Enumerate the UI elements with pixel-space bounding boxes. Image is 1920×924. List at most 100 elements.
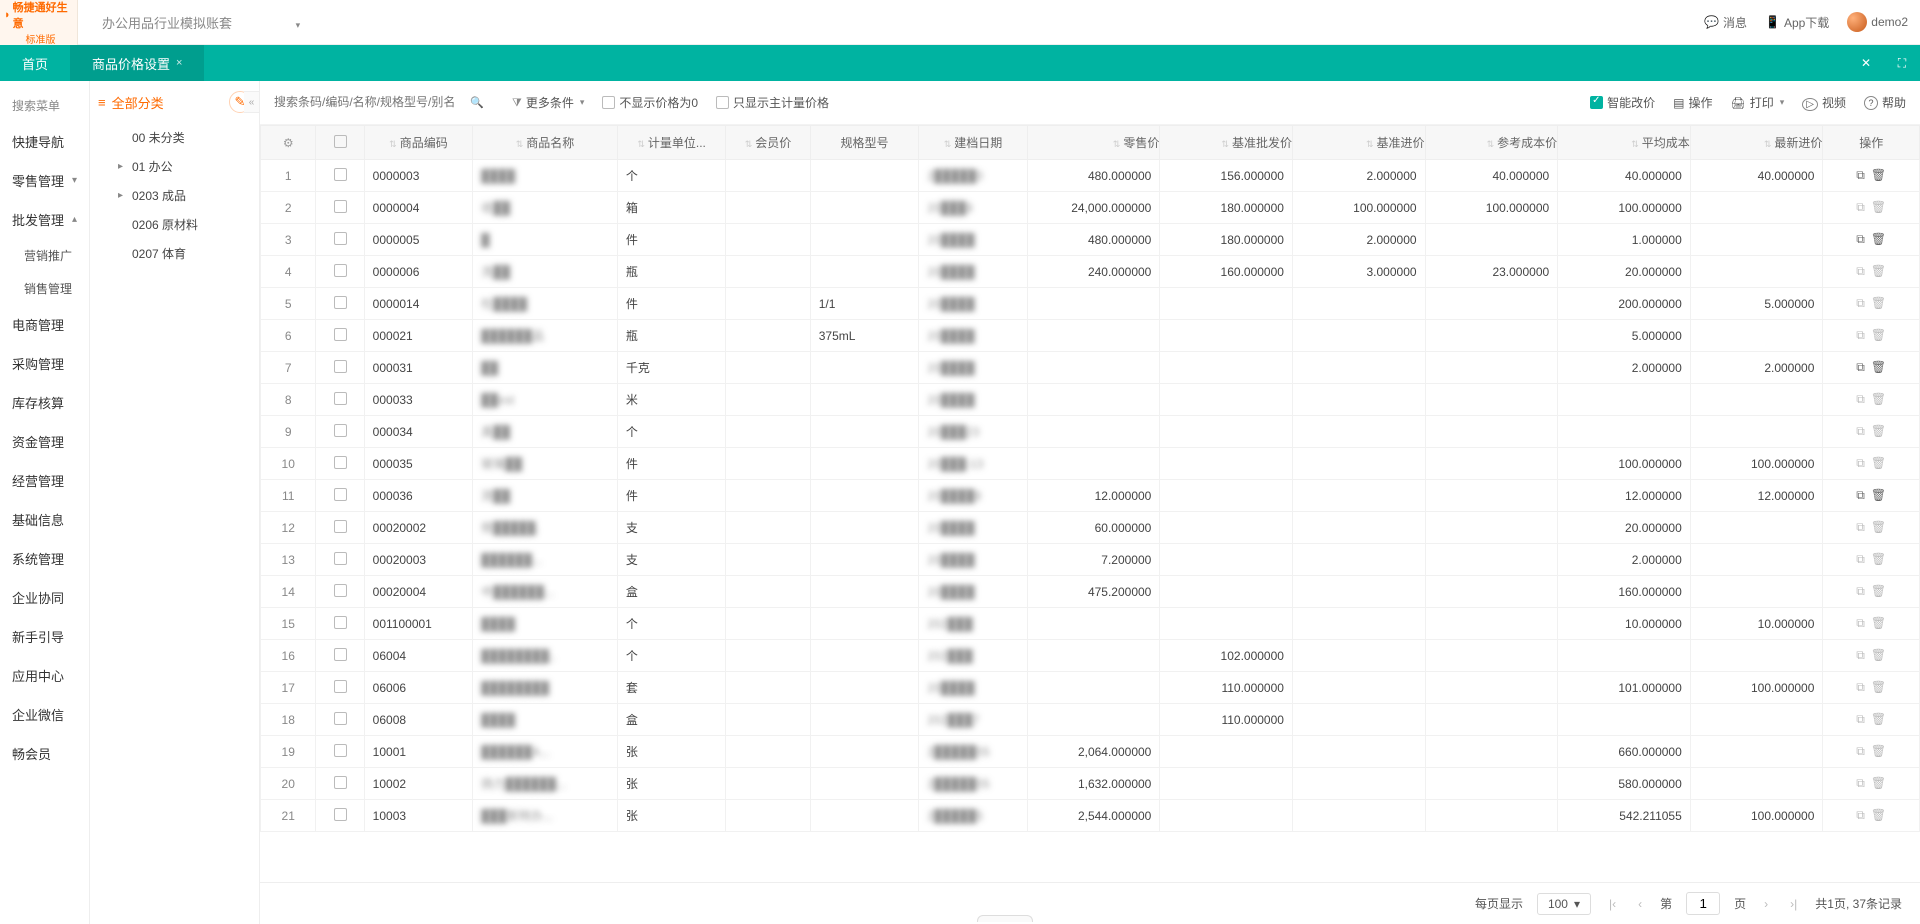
table-row[interactable]: 1200020002侧█████.支20████60.00000020.0000… [261,512,1920,544]
copy-icon[interactable]: ⧉ [1856,488,1865,503]
operate-dropdown[interactable]: ▤ 操作 [1673,94,1712,111]
row-checkbox[interactable] [334,776,347,789]
copy-icon[interactable]: ⧉ [1856,584,1865,599]
copy-icon[interactable]: ⧉ [1856,520,1865,535]
col-unit[interactable]: ⇅计量单位... [617,126,726,160]
delete-icon[interactable]: 🗑 [1871,264,1886,279]
copy-icon[interactable]: ⧉ [1856,168,1865,183]
row-checkbox[interactable] [334,488,347,501]
table-row[interactable]: 1400020004中██████...盒20████475.200000160… [261,576,1920,608]
messages-button[interactable]: 💬消息 [1704,14,1747,31]
sidebar-item[interactable]: 经营管理 [0,461,89,500]
table-row[interactable]: 40000006洗██瓶20████240.000000160.0000003.… [261,256,1920,288]
col-purchase[interactable]: ⇅基准进价 [1292,126,1425,160]
delete-icon[interactable]: 🗑 [1871,424,1886,439]
table-row[interactable]: 30000005█件20████480.000000180.0000002.00… [261,224,1920,256]
row-checkbox[interactable] [334,648,347,661]
fullscreen-button[interactable]: ⛶ [1884,45,1920,81]
col-create-date[interactable]: ⇅建档日期 [919,126,1028,160]
sidebar-item[interactable]: 资金管理 [0,422,89,461]
row-checkbox[interactable] [334,328,347,341]
table-row[interactable]: 10000035玻璃██件20███-13100.000000100.00000… [261,448,1920,480]
row-checkbox[interactable] [334,584,347,597]
row-checkbox[interactable] [334,456,347,469]
copy-icon[interactable]: ⧉ [1856,648,1865,663]
delete-icon[interactable]: 🗑 [1871,328,1886,343]
col-refcost[interactable]: ⇅参考成本价 [1425,126,1558,160]
page-input[interactable] [1686,892,1720,915]
row-checkbox[interactable] [334,392,347,405]
table-row[interactable]: 6000021██████品瓶375mL20████5.000000⧉🗑 [261,320,1920,352]
delete-icon[interactable]: 🗑 [1871,712,1886,727]
pager-first[interactable]: |‹ [1605,897,1620,911]
sidebar-item[interactable]: 批发管理▴ [0,200,89,239]
delete-icon[interactable]: 🗑 [1871,232,1886,247]
col-select-all[interactable] [316,126,364,160]
sidebar-item[interactable]: 零售管理▾ [0,161,89,200]
table-row[interactable]: 8000033██est米20████⧉🗑 [261,384,1920,416]
sidebar-item[interactable]: 应用中心 [0,656,89,695]
delete-icon[interactable]: 🗑 [1871,296,1886,311]
table-row[interactable]: 7000031██千克20████2.0000002.000000⧉🗑 [261,352,1920,384]
copy-icon[interactable]: ⧉ [1856,200,1865,215]
delete-icon[interactable]: 🗑 [1871,776,1886,791]
copy-icon[interactable]: ⧉ [1856,776,1865,791]
row-checkbox[interactable] [334,296,347,309]
table-row[interactable]: 10000003████个2█████0480.000000156.000000… [261,160,1920,192]
copy-icon[interactable]: ⧉ [1856,296,1865,311]
sidebar-item[interactable]: 采购管理 [0,344,89,383]
delete-icon[interactable]: 🗑 [1871,584,1886,599]
close-icon[interactable]: × [176,57,182,69]
table-row[interactable]: 20000004收██箱20███824,000.000000180.00000… [261,192,1920,224]
copy-icon[interactable]: ⧉ [1856,392,1865,407]
col-member-price[interactable]: ⇅会员价 [726,126,810,160]
table-row[interactable]: 1910001██████A...张2█████052,064.00000066… [261,736,1920,768]
sidebar-item[interactable]: 畅会员 [0,734,89,773]
pager-next[interactable]: › [1760,897,1772,911]
sidebar-item[interactable]: 企业微信 [0,695,89,734]
copy-icon[interactable]: ⧉ [1856,424,1865,439]
sidebar-item[interactable]: 基础信息 [0,500,89,539]
row-checkbox[interactable] [334,808,347,821]
hide-zero-checkbox[interactable]: 不显示价格为0 [602,94,698,111]
copy-icon[interactable]: ⧉ [1856,328,1865,343]
delete-icon[interactable]: 🗑 [1871,808,1886,823]
per-page-select[interactable]: 100 [1537,893,1591,915]
col-avgcost[interactable]: ⇅平均成本 [1558,126,1691,160]
row-checkbox[interactable] [334,200,347,213]
bottom-drawer-handle[interactable] [977,915,1033,922]
sidebar-item[interactable]: 新手引导 [0,617,89,656]
copy-icon[interactable]: ⧉ [1856,744,1865,759]
row-checkbox[interactable] [334,168,347,181]
col-name[interactable]: ⇅商品名称 [473,126,618,160]
only-main-unit-checkbox[interactable]: 只显示主计量价格 [716,94,829,111]
delete-icon[interactable]: 🗑 [1871,360,1886,375]
row-checkbox[interactable] [334,680,347,693]
pager-prev[interactable]: ‹ [1634,897,1646,911]
copy-icon[interactable]: ⧉ [1856,808,1865,823]
copy-icon[interactable]: ⧉ [1856,712,1865,727]
tree-item[interactable]: 0207 体育 [98,239,251,268]
table-row[interactable]: 9000034真██个20███23⧉🗑 [261,416,1920,448]
collapse-tree-button[interactable]: « [244,91,260,113]
col-latest[interactable]: ⇅最新进价 [1690,126,1823,160]
sidebar-item[interactable]: 企业协同 [0,578,89,617]
copy-icon[interactable]: ⧉ [1856,616,1865,631]
row-checkbox[interactable] [334,552,347,565]
delete-icon[interactable]: 🗑 [1871,456,1886,471]
sidebar-item[interactable]: 电商管理 [0,305,89,344]
row-checkbox[interactable] [334,744,347,757]
tab-首页[interactable]: 首页 [0,45,70,81]
sidebar-subitem[interactable]: 销售管理 [0,272,89,305]
row-checkbox[interactable] [334,520,347,533]
tab-商品价格设置[interactable]: 商品价格设置× [70,45,204,81]
row-checkbox[interactable] [334,264,347,277]
col-code[interactable]: ⇅商品编码 [364,126,473,160]
delete-icon[interactable]: 🗑 [1871,488,1886,503]
user-menu[interactable]: demo2 [1847,12,1908,32]
tree-item[interactable]: ▸0203 成品 [98,181,251,210]
table-row[interactable]: 11000036测██件20████812.00000012.00000012.… [261,480,1920,512]
more-conditions-button[interactable]: 更多条件 [512,94,584,111]
table-row[interactable]: 1300020003██████...支20████7.2000002.0000… [261,544,1920,576]
sidebar-item[interactable]: 快捷导航 [0,122,89,161]
